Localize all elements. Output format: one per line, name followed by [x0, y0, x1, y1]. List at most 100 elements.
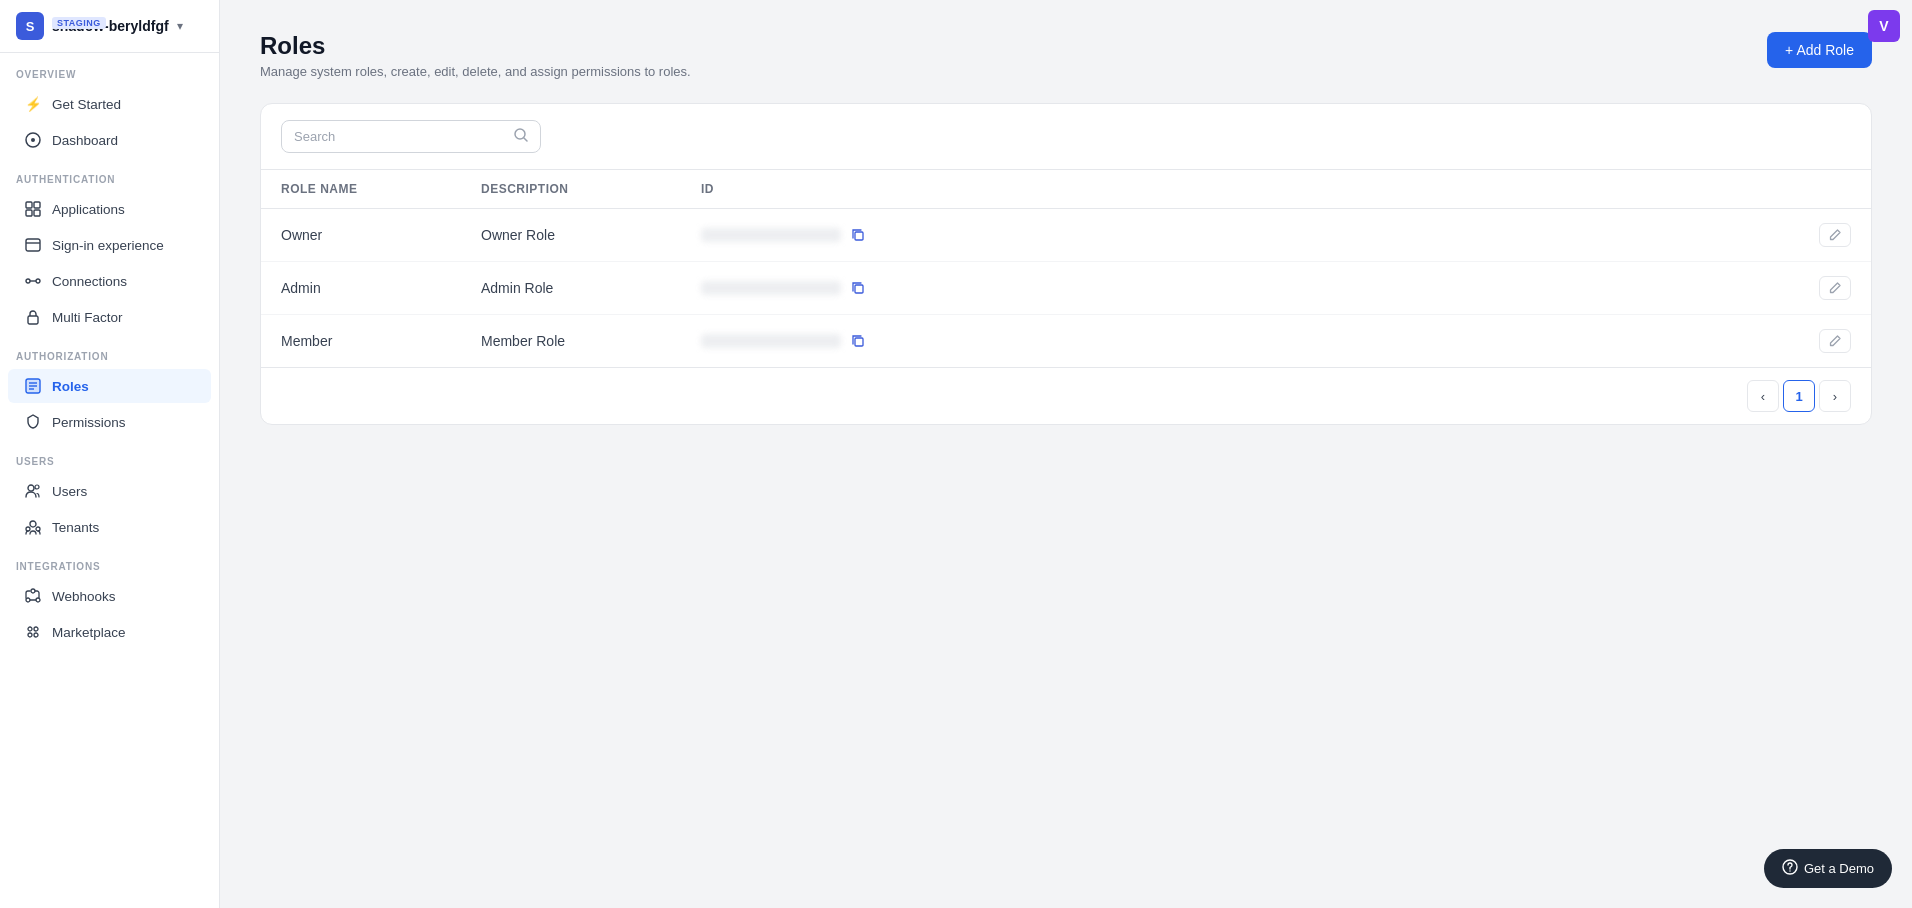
sidebar-item-label: Sign-in experience	[52, 238, 164, 253]
sidebar-item-label: Users	[52, 484, 87, 499]
th-actions	[1563, 170, 1871, 209]
sidebar-item-label: Applications	[52, 202, 125, 217]
svg-point-17	[35, 485, 39, 489]
svg-point-18	[30, 521, 36, 527]
svg-rect-6	[26, 239, 40, 251]
demo-label: Get a Demo	[1804, 861, 1874, 876]
sidebar-item-get-started[interactable]: ⚡ Get Started	[8, 87, 211, 121]
svg-rect-30	[855, 285, 863, 293]
connections-icon	[24, 272, 42, 290]
table-row: Admin Admin Role	[261, 262, 1871, 315]
sidebar-item-label: Get Started	[52, 97, 121, 112]
id-blurred	[701, 228, 841, 242]
sidebar-item-label: Dashboard	[52, 133, 118, 148]
roles-icon	[24, 377, 42, 395]
next-page-button[interactable]: ›	[1819, 380, 1851, 412]
table-row: Owner Owner Role	[261, 209, 1871, 262]
tenants-icon	[24, 518, 42, 536]
svg-rect-5	[34, 210, 40, 216]
page-1-button[interactable]: 1	[1783, 380, 1815, 412]
role-id-cell	[681, 315, 1563, 368]
sidebar-item-sign-in-experience[interactable]: Sign-in experience	[8, 228, 211, 262]
sidebar-item-label: Roles	[52, 379, 89, 394]
webhooks-icon	[24, 587, 42, 605]
id-blurred	[701, 334, 841, 348]
sidebar-item-dashboard[interactable]: Dashboard	[8, 123, 211, 157]
search-bar	[261, 104, 1871, 170]
sidebar-item-applications[interactable]: Applications	[8, 192, 211, 226]
auth-section-label: AUTHENTICATION	[0, 158, 219, 191]
page-title: Roles	[260, 32, 691, 60]
copy-id-button[interactable]	[849, 332, 867, 350]
overview-section-label: OVERVIEW	[0, 53, 219, 86]
search-input[interactable]	[294, 129, 506, 144]
role-id-cell	[681, 262, 1563, 315]
role-edit-button[interactable]	[1819, 276, 1851, 300]
sidebar-header: S STAGING shadow-beryldfgf ▾	[0, 0, 219, 53]
prev-page-button[interactable]: ‹	[1747, 380, 1779, 412]
demo-button[interactable]: Get a Demo	[1764, 849, 1892, 888]
copy-id-button[interactable]	[849, 226, 867, 244]
role-edit-button[interactable]	[1819, 329, 1851, 353]
users-section-label: USERS	[0, 440, 219, 473]
svg-point-26	[28, 633, 32, 637]
sidebar-item-label: Permissions	[52, 415, 126, 430]
pagination: ‹ 1 ›	[261, 367, 1871, 424]
svg-rect-4	[26, 210, 32, 216]
svg-point-8	[26, 279, 30, 283]
table-row: Member Member Role	[261, 315, 1871, 368]
sidebar-item-label: Connections	[52, 274, 127, 289]
staging-badge: STAGING	[52, 17, 106, 29]
role-name-cell: Admin	[261, 262, 461, 315]
svg-point-1	[31, 138, 35, 142]
user-avatar[interactable]: V	[1868, 10, 1900, 42]
role-edit-button[interactable]	[1819, 223, 1851, 247]
sidebar-item-connections[interactable]: Connections	[8, 264, 211, 298]
chevron-down-icon: ▾	[177, 19, 183, 33]
role-name-cell: Member	[261, 315, 461, 368]
roles-table-card: Role Name Description ID Owner Owner Rol…	[260, 103, 1872, 425]
brand-avatar: S	[16, 12, 44, 40]
users-icon	[24, 482, 42, 500]
sidebar-item-webhooks[interactable]: Webhooks	[8, 579, 211, 613]
svg-rect-11	[28, 316, 38, 324]
th-id: ID	[681, 170, 1563, 209]
sidebar-item-permissions[interactable]: Permissions	[8, 405, 211, 439]
svg-point-24	[28, 627, 32, 631]
svg-rect-31	[855, 338, 863, 346]
search-input-wrapper[interactable]	[281, 120, 541, 153]
page-subtitle: Manage system roles, create, edit, delet…	[260, 64, 691, 79]
sidebar-item-marketplace[interactable]: Marketplace	[8, 615, 211, 649]
copy-id-button[interactable]	[849, 279, 867, 297]
permissions-icon	[24, 413, 42, 431]
sidebar-item-roles[interactable]: Roles	[8, 369, 211, 403]
role-actions-cell	[1563, 315, 1871, 368]
role-id-cell	[681, 209, 1563, 262]
page-header: Roles Manage system roles, create, edit,…	[260, 32, 1872, 79]
role-actions-cell	[1563, 262, 1871, 315]
svg-point-27	[34, 633, 38, 637]
sidebar-item-label: Webhooks	[52, 589, 116, 604]
lock-icon	[24, 308, 42, 326]
role-description-cell: Admin Role	[461, 262, 681, 315]
sidebar-item-label: Tenants	[52, 520, 99, 535]
authz-section-label: AUTHORIZATION	[0, 335, 219, 368]
svg-rect-29	[855, 232, 863, 240]
sidebar: S STAGING shadow-beryldfgf ▾ OVERVIEW ⚡ …	[0, 0, 220, 908]
svg-point-16	[28, 485, 34, 491]
svg-point-25	[34, 627, 38, 631]
lightning-icon: ⚡	[24, 95, 42, 113]
svg-rect-3	[34, 202, 40, 208]
brand-section[interactable]: S STAGING shadow-beryldfgf ▾	[16, 12, 183, 40]
sidebar-item-tenants[interactable]: Tenants	[8, 510, 211, 544]
role-actions-cell	[1563, 209, 1871, 262]
svg-rect-2	[26, 202, 32, 208]
sidebar-item-multi-factor[interactable]: Multi Factor	[8, 300, 211, 334]
role-description-cell: Member Role	[461, 315, 681, 368]
add-role-button[interactable]: + Add Role	[1767, 32, 1872, 68]
page-title-section: Roles Manage system roles, create, edit,…	[260, 32, 691, 79]
role-description-cell: Owner Role	[461, 209, 681, 262]
dashboard-icon	[24, 131, 42, 149]
sidebar-item-users[interactable]: Users	[8, 474, 211, 508]
role-name-cell: Owner	[261, 209, 461, 262]
